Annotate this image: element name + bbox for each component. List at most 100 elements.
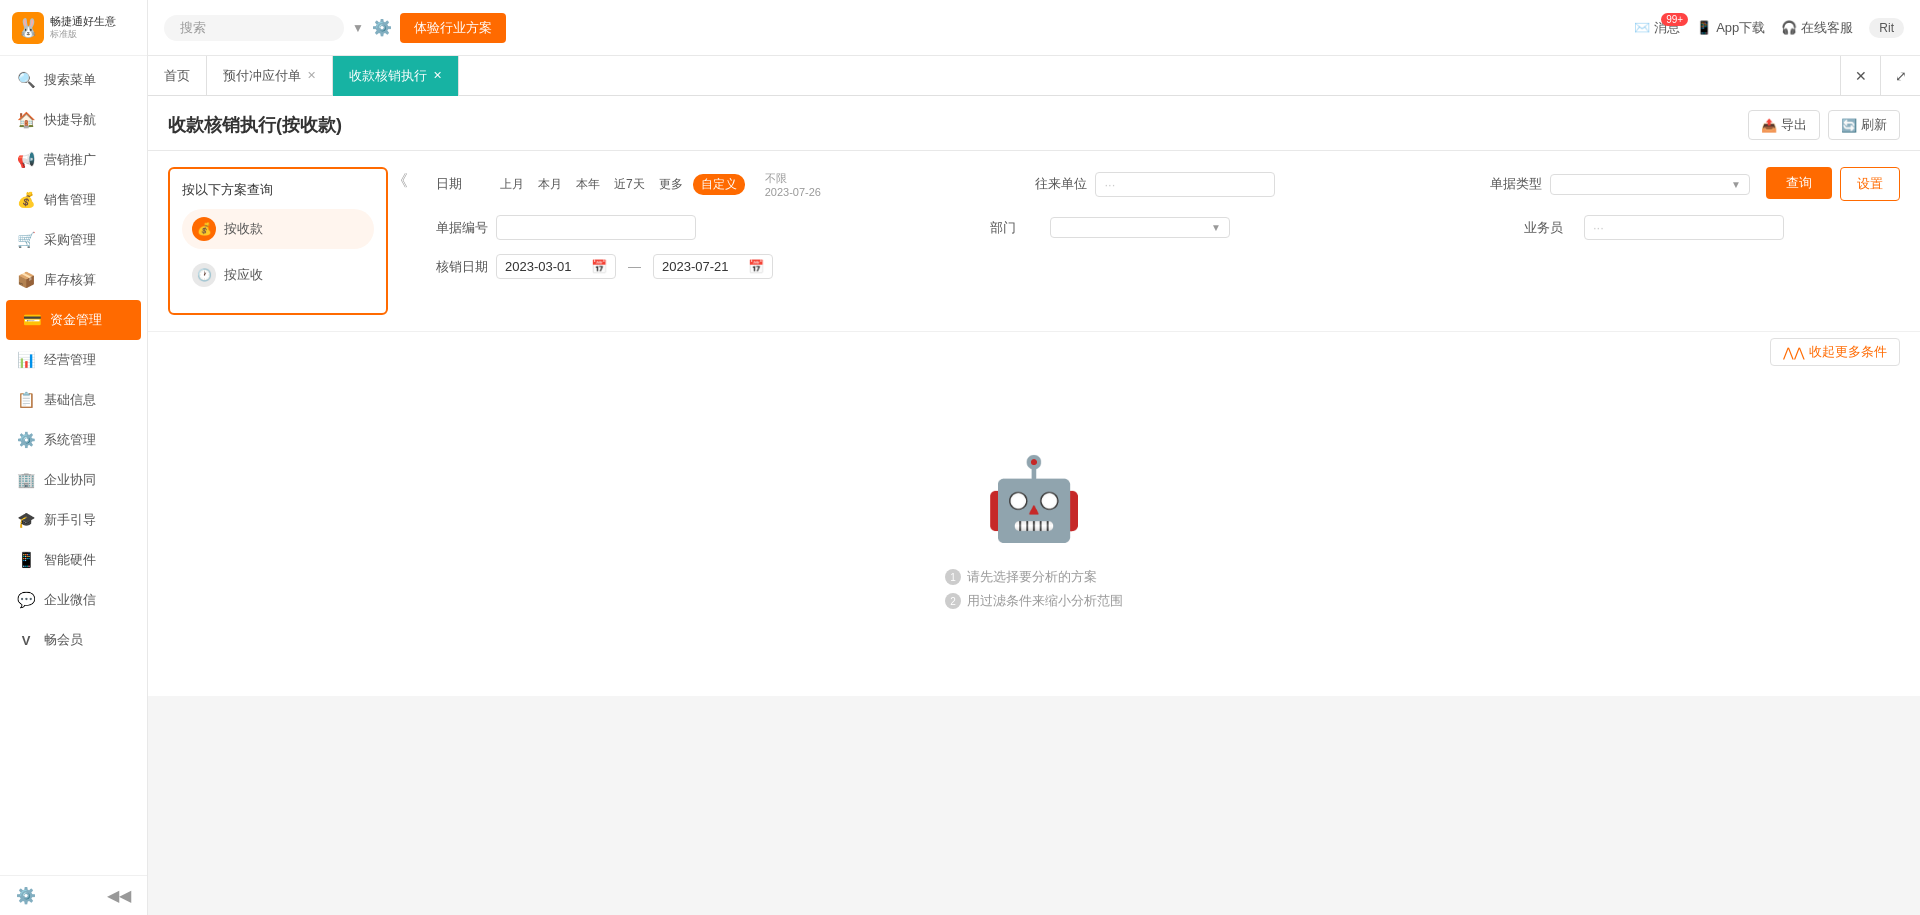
refresh-label: 刷新	[1861, 116, 1887, 134]
dept-select[interactable]: ▼	[1050, 217, 1230, 238]
sidebar-item-operations[interactable]: 📊 经营管理	[0, 340, 147, 380]
filter-row-2: 单据编号 部门 ▼ 业务员	[436, 215, 1900, 240]
sidebar-item-marketing[interactable]: 📢 营销推广	[0, 140, 147, 180]
sidebar-item-inventory[interactable]: 📦 库存核算	[0, 260, 147, 300]
header-gear-icon[interactable]: ⚙️	[372, 18, 392, 37]
user-button[interactable]: Rit	[1869, 18, 1904, 38]
voucher-type-field: 单据类型 ▼	[1490, 174, 1750, 195]
collapse-sidebar-icon[interactable]: ◀◀	[107, 886, 131, 905]
sidebar-item-system[interactable]: ⚙️ 系统管理	[0, 420, 147, 460]
tabs-actions: ✕ ⤢	[1840, 56, 1920, 96]
filter-option-by-receipt[interactable]: 💰 按收款	[182, 209, 374, 249]
dept-field: 部门 ▼	[990, 217, 1230, 238]
top-header: 搜索 ▼ ⚙️ 体验行业方案 ✉️ 消息 99+ 📱 App下载 🎧 在线客服 …	[148, 0, 1920, 56]
date-btn-lastmonth[interactable]: 上月	[496, 174, 528, 195]
sidebar-item-sales[interactable]: 💰 销售管理	[0, 180, 147, 220]
smarthw-icon: 📱	[16, 550, 36, 570]
app-download-button[interactable]: 📱 App下载	[1696, 19, 1765, 37]
collapse-more-icon: ⋀⋀	[1783, 345, 1805, 360]
tab-prepay[interactable]: 预付冲应付单 ✕	[207, 56, 333, 96]
sidebar-item-search[interactable]: 🔍 搜索菜单	[0, 60, 147, 100]
refresh-button[interactable]: 🔄 刷新	[1828, 110, 1900, 140]
collapse-more-button[interactable]: ⋀⋀ 收起更多条件	[1770, 338, 1900, 366]
inventory-icon: 📦	[16, 270, 36, 290]
voucher-type-select[interactable]: ▼	[1550, 174, 1750, 195]
staff-select[interactable]: ···	[1584, 215, 1784, 240]
filter-collapse-btn[interactable]: 《	[392, 167, 416, 315]
sidebar-item-enterprise[interactable]: 🏢 企业协同	[0, 460, 147, 500]
sidebar: 🐰 畅捷通好生意 标准版 🔍 搜索菜单 🏠 快捷导航 📢 营销推广 💰 销售管理…	[0, 0, 148, 915]
wechat-icon: 💬	[16, 590, 36, 610]
sidebar-item-wechat[interactable]: 💬 企业微信	[0, 580, 147, 620]
collapse-more-label: 收起更多条件	[1809, 343, 1887, 361]
search-bar[interactable]: 搜索	[164, 15, 344, 41]
sidebar-item-member[interactable]: V 畅会员	[0, 620, 147, 660]
tip1-number: 1	[945, 569, 961, 585]
settings-button[interactable]: 设置	[1840, 167, 1900, 201]
content-area: 收款核销执行(按收款) 📤 导出 🔄 刷新 按以下方案查询 💰	[148, 96, 1920, 915]
tab-receipt-verify[interactable]: 收款核销执行 ✕	[333, 56, 459, 96]
main-area: 搜索 ▼ ⚙️ 体验行业方案 ✉️ 消息 99+ 📱 App下载 🎧 在线客服 …	[148, 0, 1920, 915]
service-icon: 🎧	[1781, 20, 1797, 35]
date-btn-more[interactable]: 更多	[655, 174, 687, 195]
tab-home[interactable]: 首页	[148, 56, 207, 96]
enterprise-icon: 🏢	[16, 470, 36, 490]
date-field: 日期 上月 本月 本年 近7天 更多 自定义	[436, 174, 745, 195]
export-icon: 📤	[1761, 118, 1777, 133]
by-receipt-icon: 💰	[192, 217, 216, 241]
settings-icon[interactable]: ⚙️	[16, 886, 36, 905]
search-chevron-icon[interactable]: ▼	[352, 21, 364, 35]
date-btn-7days[interactable]: 近7天	[610, 174, 649, 195]
query-button[interactable]: 查询	[1766, 167, 1832, 199]
verify-date-end-calendar-icon[interactable]: 📅	[748, 259, 764, 274]
tab-prepay-close-icon[interactable]: ✕	[307, 69, 316, 82]
export-button[interactable]: 📤 导出	[1748, 110, 1820, 140]
export-label: 导出	[1781, 116, 1807, 134]
sidebar-label-search: 搜索菜单	[44, 71, 96, 89]
tab-receipt-close-icon[interactable]: ✕	[433, 69, 442, 82]
sidebar-label-finance: 资金管理	[50, 311, 102, 329]
verify-date-end-input[interactable]: 2023-07-21 📅	[653, 254, 773, 279]
collapse-more-bar: ⋀⋀ 收起更多条件	[148, 331, 1920, 372]
filter-options-panel: 按以下方案查询 💰 按收款 🕐 按应收	[168, 167, 388, 315]
counterparty-field: 往来单位 ···	[1035, 172, 1275, 197]
voucher-no-input[interactable]	[496, 215, 696, 240]
header-left: 搜索 ▼ ⚙️ 体验行业方案	[164, 13, 506, 43]
sidebar-item-guide[interactable]: 🎓 新手引导	[0, 500, 147, 540]
empty-tips: 1 请先选择要分析的方案 2 用过滤条件来缩小分析范围	[945, 568, 1123, 616]
filter-option-by-receivable[interactable]: 🕐 按应收	[182, 255, 374, 295]
by-receivable-label: 按应收	[224, 266, 263, 284]
sidebar-item-purchase[interactable]: 🛒 采购管理	[0, 220, 147, 260]
message-button[interactable]: ✉️ 消息 99+	[1634, 19, 1680, 37]
expand-tab-icon[interactable]: ⤢	[1880, 56, 1920, 96]
solution-button[interactable]: 体验行业方案	[400, 13, 506, 43]
tab-prepay-label: 预付冲应付单	[223, 67, 301, 85]
sidebar-item-smarthw[interactable]: 📱 智能硬件	[0, 540, 147, 580]
verify-date-start-input[interactable]: 2023-03-01 📅	[496, 254, 616, 279]
sidebar-label-smarthw: 智能硬件	[44, 551, 96, 569]
filter-left-panel: 按以下方案查询 💰 按收款 🕐 按应收	[168, 167, 388, 315]
close-tab-icon[interactable]: ✕	[1840, 56, 1880, 96]
counterparty-placeholder: ···	[1104, 177, 1115, 192]
tip2-number: 2	[945, 593, 961, 609]
page-header: 收款核销执行(按收款) 📤 导出 🔄 刷新	[148, 96, 1920, 151]
sidebar-label-enterprise: 企业协同	[44, 471, 96, 489]
date-options: 上月 本月 本年 近7天 更多 自定义	[496, 174, 745, 195]
voucher-type-label: 单据类型	[1490, 175, 1542, 193]
sidebar-item-finance[interactable]: 💳 资金管理	[6, 300, 141, 340]
filter-area: 按以下方案查询 💰 按收款 🕐 按应收 《	[148, 151, 1920, 331]
date-btn-thisyear[interactable]: 本年	[572, 174, 604, 195]
by-receivable-icon: 🕐	[192, 263, 216, 287]
sidebar-label-system: 系统管理	[44, 431, 96, 449]
sidebar-label-quicknav: 快捷导航	[44, 111, 96, 129]
online-service-button[interactable]: 🎧 在线客服	[1781, 19, 1853, 37]
date-btn-custom[interactable]: 自定义	[693, 174, 745, 195]
date-btn-thismonth[interactable]: 本月	[534, 174, 566, 195]
verify-date-label: 核销日期	[436, 258, 488, 276]
date-label: 日期	[436, 175, 488, 193]
sidebar-item-quicknav[interactable]: 🏠 快捷导航	[0, 100, 147, 140]
guide-icon: 🎓	[16, 510, 36, 530]
sidebar-item-basic[interactable]: 📋 基础信息	[0, 380, 147, 420]
counterparty-select[interactable]: ···	[1095, 172, 1275, 197]
verify-date-start-calendar-icon[interactable]: 📅	[591, 259, 607, 274]
